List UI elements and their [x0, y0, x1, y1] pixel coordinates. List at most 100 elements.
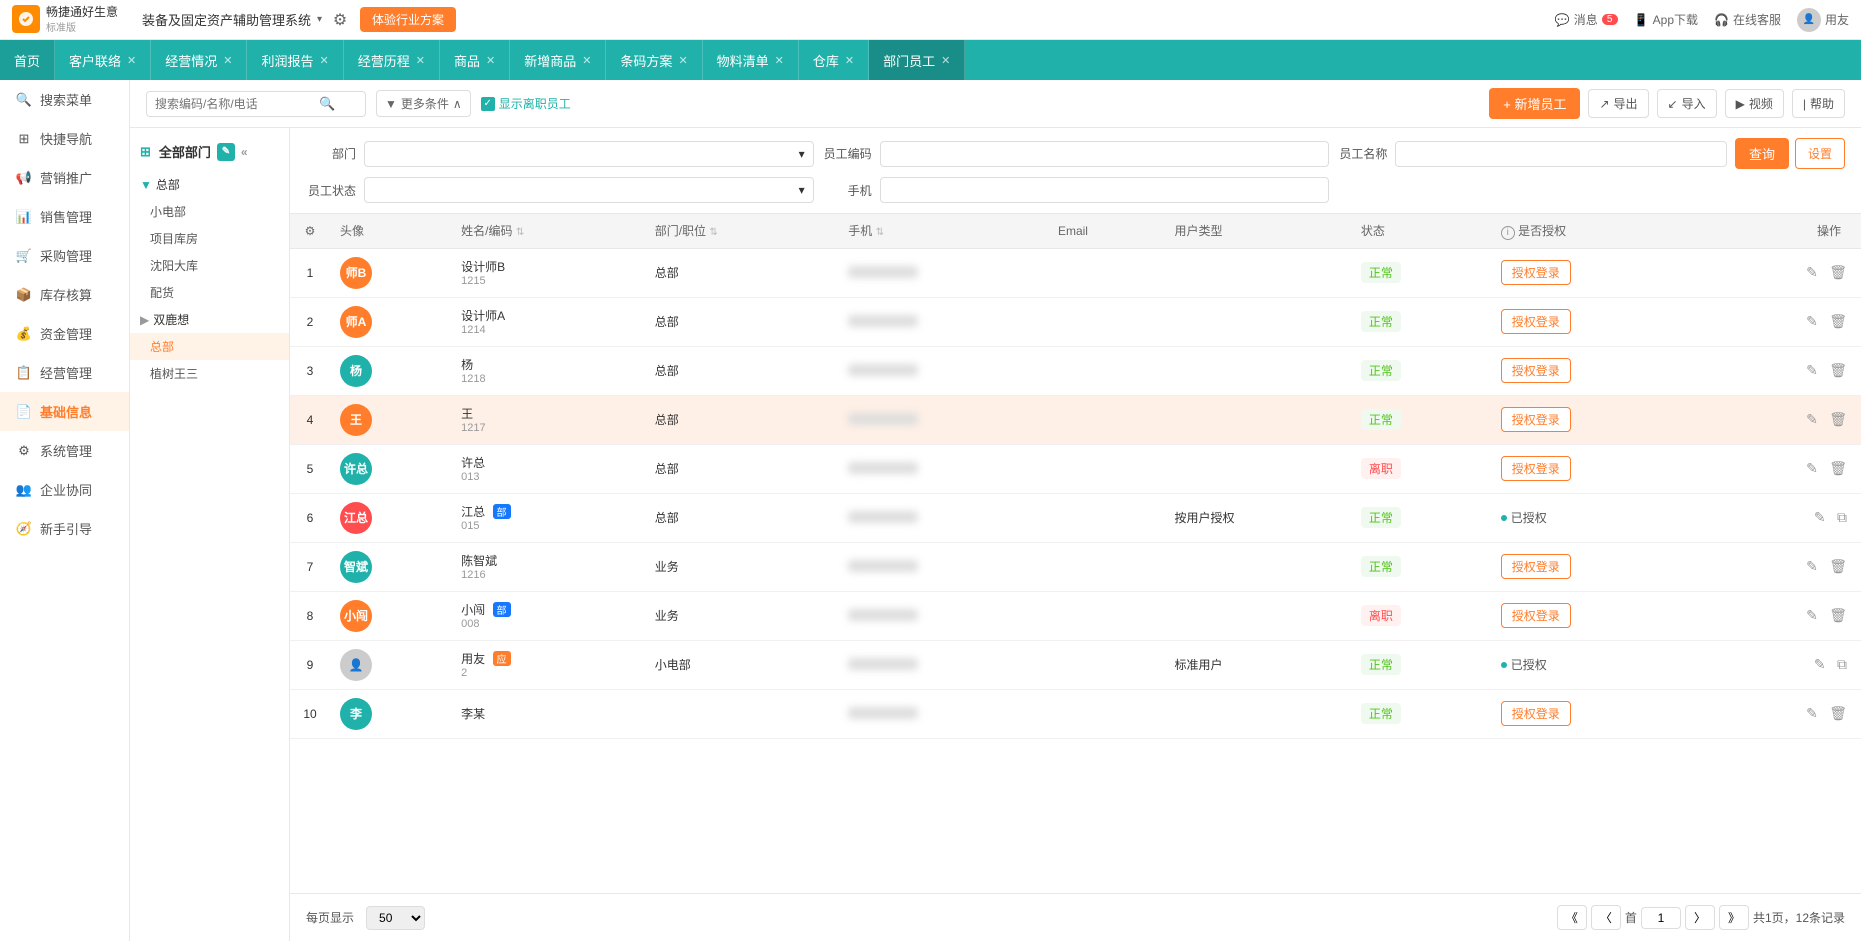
dept-item-shenyang[interactable]: 沈阳大库 [130, 252, 289, 279]
auth-btn[interactable]: 授权登录 [1501, 603, 1571, 628]
last-page-btn[interactable]: 》 [1719, 905, 1749, 930]
auth-btn[interactable]: 授权登录 [1501, 309, 1571, 334]
col-name[interactable]: 姓名/编码 ⇅ [451, 214, 645, 248]
sidebar-item-nav[interactable]: ⊞ 快捷导航 [0, 119, 129, 158]
edit-icon[interactable]: ✎ [1802, 409, 1822, 430]
edit-icon[interactable]: ✎ [1810, 654, 1830, 675]
close-icon[interactable]: ✕ [320, 54, 329, 67]
delete-icon[interactable]: 🗑 [1825, 605, 1851, 626]
close-icon[interactable]: ✕ [678, 54, 687, 67]
tab-bom[interactable]: 物料清单✕ [703, 40, 799, 80]
dept-item-zongbu[interactable]: 总部 [130, 333, 289, 360]
empname-input[interactable] [1395, 141, 1727, 167]
phone-input[interactable] [880, 177, 1330, 203]
edit-icon[interactable]: ✎ [1802, 458, 1822, 479]
sidebar-item-sales[interactable]: 📊 销售管理 [0, 197, 129, 236]
export-button[interactable]: ↗ 导出 [1588, 89, 1648, 118]
tab-new-goods[interactable]: 新增商品✕ [510, 40, 606, 80]
delete-icon[interactable]: 🗑 [1825, 556, 1851, 577]
close-icon[interactable]: ✕ [775, 54, 784, 67]
dept-select[interactable]: ▾ [364, 141, 814, 167]
filter-more-btn[interactable]: ▼ 更多条件 ∧ [376, 90, 471, 117]
close-icon[interactable]: ✕ [223, 54, 232, 67]
tab-history[interactable]: 经营历程✕ [344, 40, 440, 80]
show-resigned-toggle[interactable]: ✓ 显示离职员工 [481, 95, 571, 112]
col-settings[interactable]: ⚙ [290, 214, 330, 248]
delete-icon[interactable]: 🗑 [1825, 458, 1851, 479]
delete-icon[interactable]: 🗑 [1825, 703, 1851, 724]
dept-group-zongbu[interactable]: ▼ 总部 [130, 171, 289, 198]
col-dept[interactable]: 部门/职位 ⇅ [645, 214, 839, 248]
online-service-action[interactable]: 🎧 在线客服 [1714, 11, 1781, 28]
dept-collapse-icon[interactable]: « [241, 145, 248, 159]
sidebar-item-collab[interactable]: 👥 企业协同 [0, 470, 129, 509]
message-action[interactable]: 💬 消息 5 [1555, 11, 1618, 28]
dept-item-xiangmukufang[interactable]: 项目库房 [130, 225, 289, 252]
edit-icon[interactable]: ✎ [1802, 605, 1822, 626]
auth-btn[interactable]: 授权登录 [1501, 358, 1571, 383]
sidebar-item-search[interactable]: 🔍 搜索菜单 [0, 80, 129, 119]
tab-warehouse[interactable]: 仓库✕ [799, 40, 869, 80]
close-icon[interactable]: ✕ [127, 54, 136, 67]
delete-icon[interactable]: 🗑 [1825, 262, 1851, 283]
auth-btn[interactable]: 授权登录 [1501, 260, 1571, 285]
edit-icon[interactable]: ✎ [1802, 311, 1822, 332]
edit-icon[interactable]: ✎ [1802, 262, 1822, 283]
dept-item-zhishu[interactable]: 植树王三 [130, 360, 289, 387]
tab-operation[interactable]: 经营情况✕ [151, 40, 247, 80]
col-phone[interactable]: 手机 ⇅ [838, 214, 1048, 248]
tab-employees[interactable]: 部门员工✕ [869, 40, 965, 80]
sidebar-item-guide[interactable]: 🧭 新手引导 [0, 509, 129, 548]
search-button[interactable]: 查询 [1735, 138, 1789, 169]
add-employee-button[interactable]: + 新增员工 [1489, 88, 1580, 119]
dept-item-peihuo[interactable]: 配货 [130, 279, 289, 306]
sidebar-item-finance[interactable]: 💰 资金管理 [0, 314, 129, 353]
auth-btn[interactable]: 授权登录 [1501, 701, 1571, 726]
dept-edit-icon[interactable]: ✎ [217, 143, 235, 161]
tab-profit[interactable]: 利润报告✕ [247, 40, 343, 80]
set-button[interactable]: 设置 [1795, 138, 1845, 169]
sidebar-item-basic[interactable]: 📄 基础信息 [0, 392, 129, 431]
import-button[interactable]: ↙ 导入 [1657, 89, 1717, 118]
user-action[interactable]: 👤 用友 [1797, 8, 1849, 32]
view-button[interactable]: ▶ 视频 [1725, 89, 1784, 118]
edit-icon[interactable]: ✎ [1810, 507, 1830, 528]
app-download-action[interactable]: 📱 App下载 [1634, 11, 1698, 28]
dept-item-xiaodianyuan[interactable]: 小电部 [130, 198, 289, 225]
tab-goods[interactable]: 商品✕ [440, 40, 510, 80]
close-icon[interactable]: ✕ [845, 54, 854, 67]
auth-btn[interactable]: 授权登录 [1501, 554, 1571, 579]
sidebar-item-marketing[interactable]: 📢 营销推广 [0, 158, 129, 197]
close-icon[interactable]: ✕ [416, 54, 425, 67]
tab-home[interactable]: 首页 [0, 40, 55, 80]
sidebar-item-purchase[interactable]: 🛒 采购管理 [0, 236, 129, 275]
first-page-btn[interactable]: 《 [1557, 905, 1587, 930]
copy-icon[interactable]: ⧉ [1833, 654, 1851, 675]
help-button[interactable]: | 帮助 [1792, 89, 1845, 118]
tab-customer[interactable]: 客户联络✕ [55, 40, 151, 80]
auth-btn[interactable]: 授权登录 [1501, 407, 1571, 432]
next-page-btn[interactable]: 〉 [1685, 905, 1715, 930]
edit-icon[interactable]: ✎ [1802, 556, 1822, 577]
close-icon[interactable]: ✕ [582, 54, 591, 67]
close-icon[interactable]: ✕ [941, 54, 950, 67]
sidebar-item-system[interactable]: ⚙ 系统管理 [0, 431, 129, 470]
auth-btn[interactable]: 授权登录 [1501, 456, 1571, 481]
info-circle-icon[interactable]: i [1501, 226, 1515, 240]
prev-page-btn[interactable]: 〈 [1591, 905, 1621, 930]
empstatus-select[interactable]: ▾ [364, 177, 814, 203]
copy-icon[interactable]: ⧉ [1833, 507, 1851, 528]
page-input[interactable] [1641, 907, 1681, 929]
dept-group-shuanglu[interactable]: ▶ 双鹿想 [130, 306, 289, 333]
search-input[interactable] [155, 97, 315, 111]
trial-btn[interactable]: 体验行业方案 [360, 7, 456, 32]
delete-icon[interactable]: 🗑 [1825, 360, 1851, 381]
sidebar-item-management[interactable]: 📋 经营管理 [0, 353, 129, 392]
settings-gear-icon[interactable]: ⚙ [330, 10, 350, 30]
edit-icon[interactable]: ✎ [1802, 703, 1822, 724]
edit-icon[interactable]: ✎ [1802, 360, 1822, 381]
close-icon[interactable]: ✕ [486, 54, 495, 67]
tab-barcode[interactable]: 条码方案✕ [606, 40, 702, 80]
empcode-input[interactable] [880, 141, 1330, 167]
delete-icon[interactable]: 🗑 [1825, 409, 1851, 430]
